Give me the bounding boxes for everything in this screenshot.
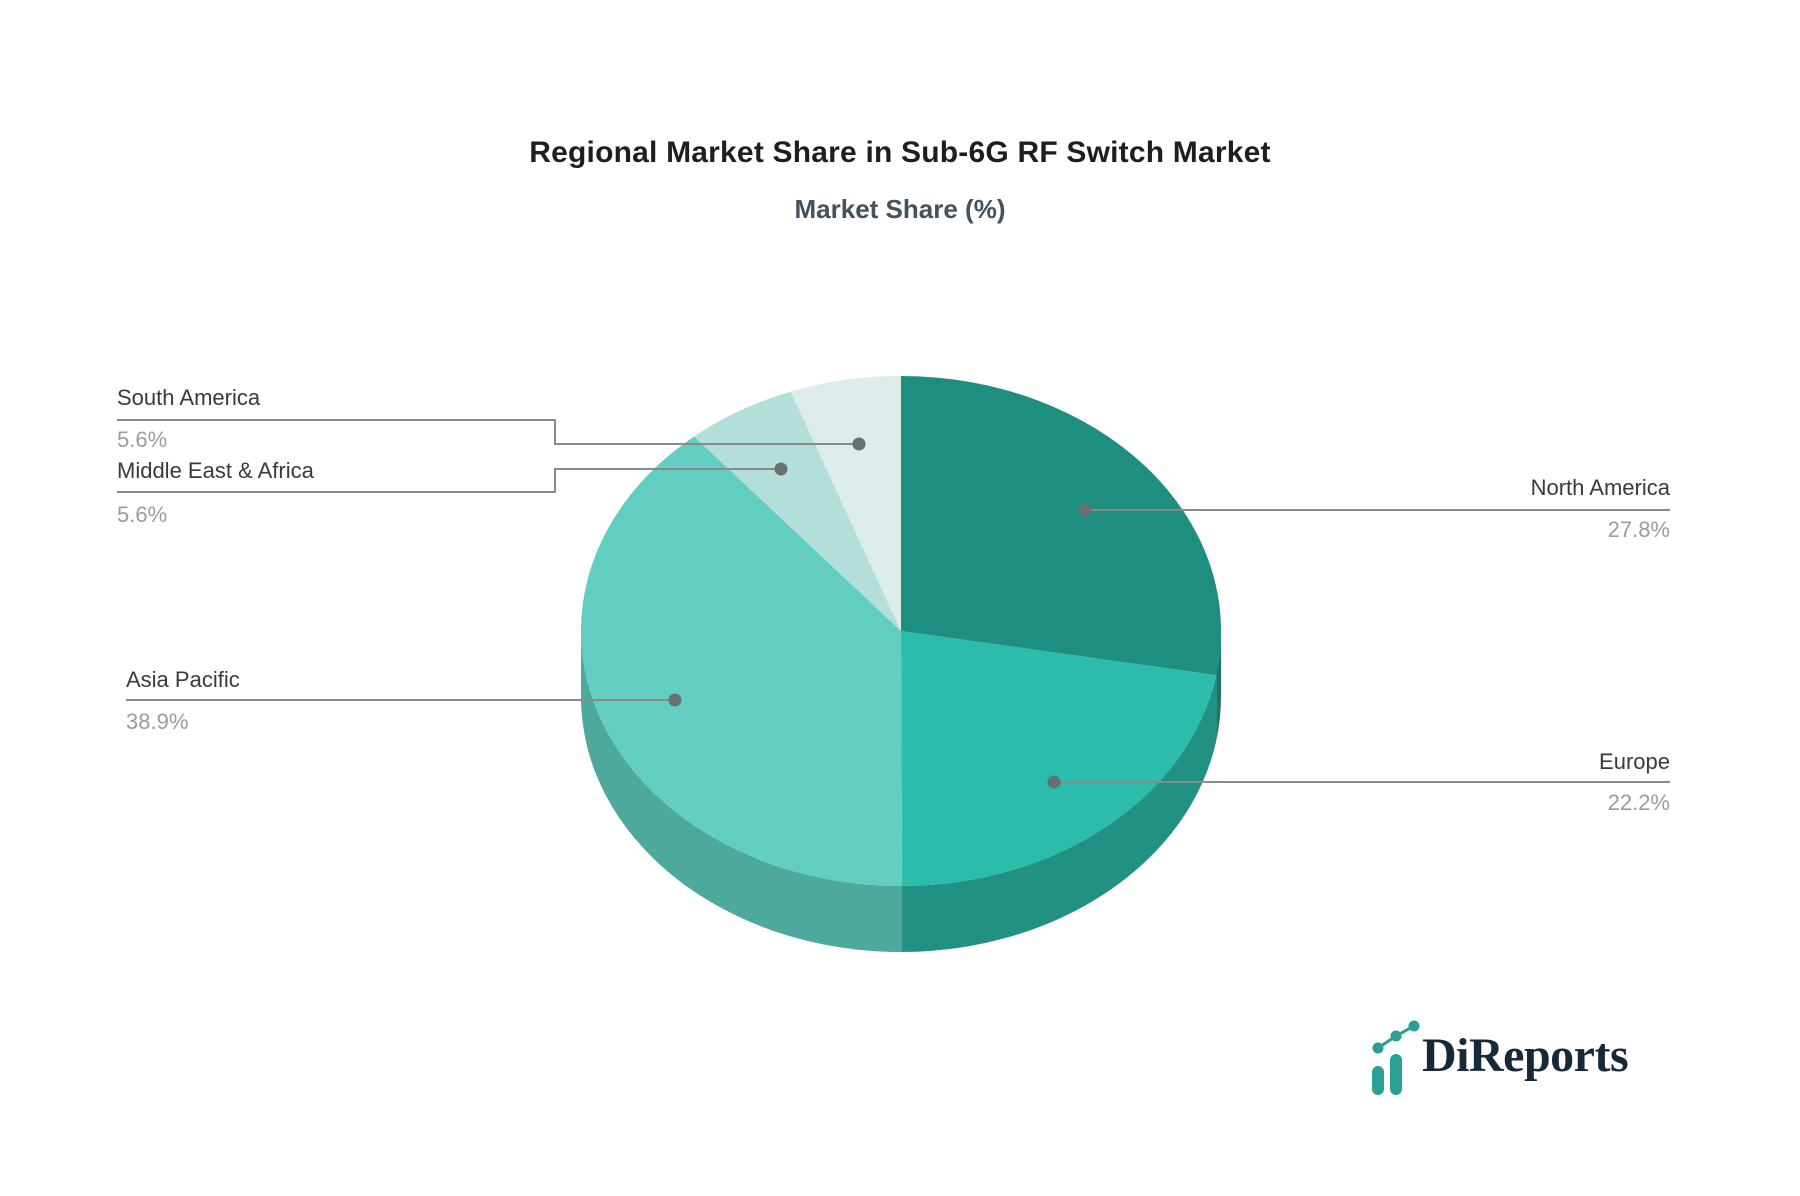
chart-page: Regional Market Share in Sub-6G RF Switc… xyxy=(0,0,1800,1196)
leader-dot-south-america xyxy=(853,438,866,451)
slice-value-south-america: 5.6% xyxy=(117,427,167,453)
leader-dot-north-america xyxy=(1079,504,1092,517)
leader-dot-asia-pacific xyxy=(669,694,682,707)
slice-value-europe: 22.2% xyxy=(1270,790,1670,816)
leader-dot-middle-east-africa xyxy=(775,463,788,476)
pie-slice-europe xyxy=(901,631,1216,886)
slice-value-asia-pacific: 38.9% xyxy=(126,709,188,735)
pie-slice-north-america xyxy=(901,376,1221,675)
slice-label-middle-east-africa: Middle East & Africa xyxy=(117,458,314,484)
slice-label-europe: Europe xyxy=(1270,749,1670,775)
logo-text: DiReports xyxy=(1422,1028,1628,1083)
leader-dot-europe xyxy=(1048,776,1061,789)
slice-label-asia-pacific: Asia Pacific xyxy=(126,667,240,693)
slice-value-north-america: 27.8% xyxy=(1270,517,1670,543)
slice-value-middle-east-africa: 5.6% xyxy=(117,502,167,528)
direports-logo: DiReports xyxy=(1366,1014,1666,1104)
slice-label-north-america: North America xyxy=(1270,475,1670,501)
slice-label-south-america: South America xyxy=(117,385,260,411)
rising-chart-icon xyxy=(1366,1014,1422,1104)
